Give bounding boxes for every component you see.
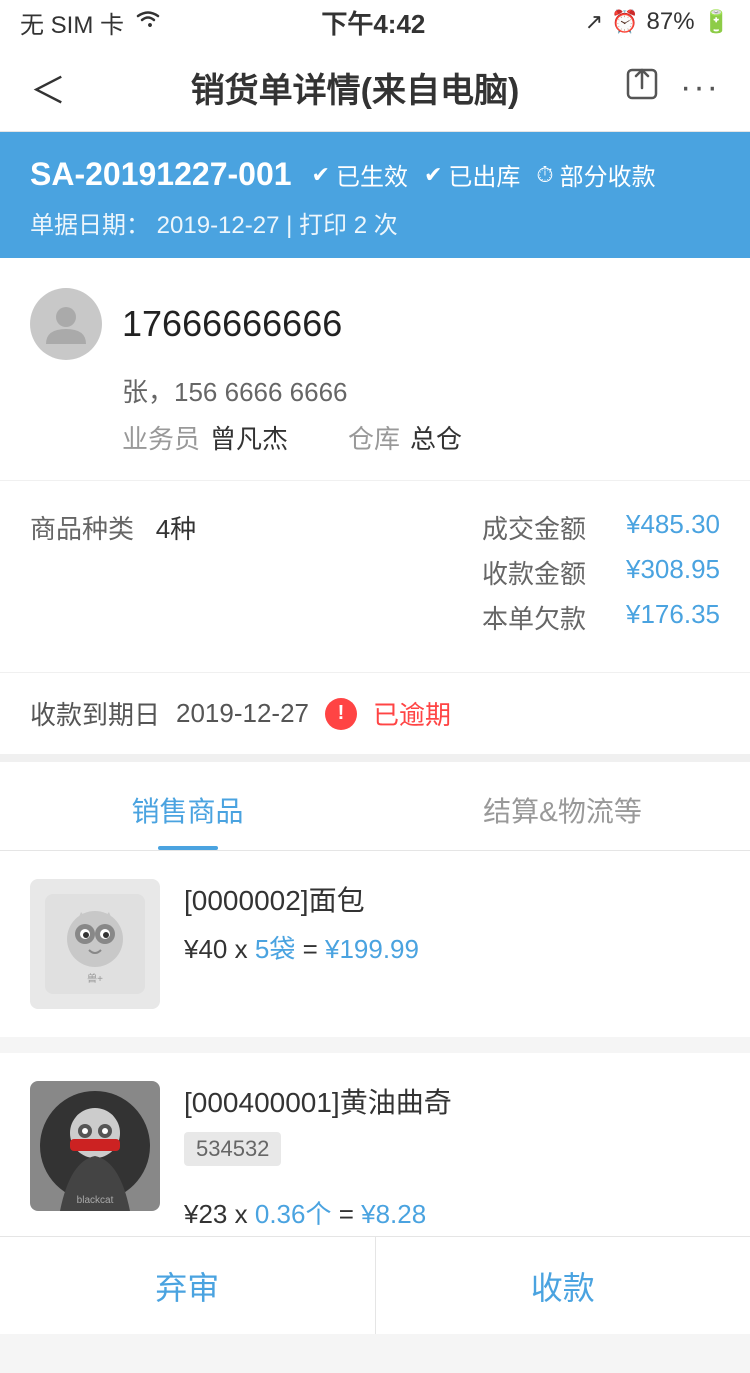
product-price-cookies: ¥23 x 0.36个 = ¥8.28 [184, 1194, 720, 1231]
status-badges: ✔ 已生效 ✔ 已出库 ⏱ 部分收款 [312, 157, 656, 192]
due-date-value: 2019-12-27 [176, 698, 309, 729]
print-label: | 打印 [286, 212, 347, 239]
carrier-text: 无 SIM 卡 [20, 5, 124, 40]
page-title: 销货单详情(来自电脑) [86, 63, 624, 112]
warehouse-value: 总仓 [410, 419, 462, 456]
location-icon: ↗ [585, 9, 603, 35]
print-count: 2 [354, 212, 367, 239]
status-partial-received: ⏱ 部分收款 [536, 157, 655, 192]
status-bar: 无 SIM 卡 下午4:42 ↗ ⏰ 87% 🔋 [0, 0, 750, 44]
status-bar-time: 下午4:42 [321, 4, 425, 41]
due-date-section: 收款到期日 2019-12-27 ! 已逾期 [0, 673, 750, 762]
check-icon-1: ✔ [312, 162, 330, 188]
warehouse-label: 仓库 [348, 419, 400, 456]
check-icon-2: ✔ [424, 162, 442, 188]
clock-icon: ⏱ [536, 162, 553, 188]
customer-detail: 张，156 6666 6666 [122, 372, 720, 409]
bread-qty: 5袋 [255, 934, 295, 964]
order-number: SA-20191227-001 [30, 156, 292, 193]
confirm-button[interactable]: 收款 [376, 1237, 750, 1334]
list-item: blackcat [000400001]黄油曲奇 534532 ¥23 x 0.… [0, 1053, 750, 1259]
nav-right-icons: ··· [624, 66, 720, 110]
banner-row1: SA-20191227-001 ✔ 已生效 ✔ 已出库 ⏱ 部分收款 [30, 156, 720, 193]
product-name-bread: [0000002]面包 [184, 879, 720, 919]
bottom-bar: 弃审 收款 [0, 1236, 750, 1334]
wifi-icon [134, 8, 162, 36]
nav-bar: ＜ 销货单详情(来自电脑) ··· [0, 44, 750, 132]
print-suffix: 次 [374, 212, 398, 239]
owed-label: 本单欠款 [482, 599, 586, 636]
customer-section: 17666666666 张，156 6666 6666 业务员 曾凡杰 仓库 总… [0, 258, 750, 481]
received-row: 收款金额 ¥308.95 [482, 554, 720, 591]
received-value: ¥308.95 [626, 554, 720, 591]
cancel-button[interactable]: 弃审 [0, 1237, 376, 1334]
kind-value: 4种 [156, 514, 196, 544]
date-label: 单据日期： [30, 212, 150, 239]
banner-date-row: 单据日期： 2019-12-27 | 打印 2 次 [30, 205, 720, 240]
svg-text:blackcat: blackcat [77, 1195, 114, 1206]
tab-sales-products[interactable]: 销售商品 [0, 762, 375, 850]
product-info-cookies: [000400001]黄油曲奇 534532 ¥23 x 0.36个 = ¥8.… [184, 1081, 720, 1231]
bread-price: ¥40 [184, 934, 227, 964]
status-effective: ✔ 已生效 [312, 157, 408, 192]
deal-label: 成交金额 [482, 509, 586, 546]
overdue-icon: ! [325, 698, 357, 730]
list-item: 兽+ [0000002]面包 ¥40 x 5袋 = ¥199.99 [0, 851, 750, 1037]
bread-total: ¥199.99 [325, 934, 419, 964]
tab-settlement[interactable]: 结算&物流等 [375, 762, 750, 850]
summary-section: 商品种类 4种 成交金额 ¥485.30 收款金额 ¥308.95 本单欠款 ¥… [0, 481, 750, 673]
overdue-text: 已逾期 [373, 695, 451, 732]
summary-left: 商品种类 4种 [30, 509, 196, 546]
owed-value: ¥176.35 [626, 599, 720, 636]
owed-row: 本单欠款 ¥176.35 [482, 599, 720, 636]
product-info-bread: [0000002]面包 ¥40 x 5袋 = ¥199.99 [184, 879, 720, 1009]
avatar [30, 288, 102, 360]
battery-icon: 🔋 [703, 9, 730, 35]
cookies-price: ¥23 [184, 1199, 227, 1229]
cookies-total: ¥8.28 [361, 1199, 426, 1229]
warehouse-item: 仓库 总仓 [348, 419, 462, 456]
product-name-cookies: [000400001]黄油曲奇 [184, 1081, 720, 1121]
summary-right: 成交金额 ¥485.30 收款金额 ¥308.95 本单欠款 ¥176.35 [482, 509, 720, 644]
deal-row: 成交金额 ¥485.30 [482, 509, 720, 546]
customer-id: 17666666666 [122, 303, 342, 345]
kind-label: 商品种类 [30, 514, 134, 544]
alarm-icon: ⏰ [611, 9, 638, 35]
share-icon[interactable] [624, 66, 660, 110]
salesman-label: 业务员 [122, 419, 200, 456]
customer-row: 17666666666 [30, 288, 720, 360]
product-tag-cookies: 534532 [184, 1132, 281, 1166]
cookies-qty: 0.36个 [255, 1199, 332, 1229]
more-icon[interactable]: ··· [680, 68, 720, 107]
header-banner: SA-20191227-001 ✔ 已生效 ✔ 已出库 ⏱ 部分收款 单据日期：… [0, 132, 750, 258]
status-shipped: ✔ 已出库 [424, 157, 520, 192]
back-button[interactable]: ＜ [30, 52, 86, 124]
battery-text: 87% [647, 8, 695, 36]
product-image-bread: 兽+ [30, 879, 160, 1009]
product-image-cookies: blackcat [30, 1081, 160, 1211]
salesman-value: 曾凡杰 [210, 419, 288, 456]
tabs-section: 销售商品 结算&物流等 [0, 762, 750, 851]
customer-meta: 业务员 曾凡杰 仓库 总仓 [122, 419, 720, 456]
product-price-bread: ¥40 x 5袋 = ¥199.99 [184, 929, 720, 966]
due-date-label: 收款到期日 [30, 695, 160, 732]
date-value: 2019-12-27 [157, 212, 280, 239]
deal-value: ¥485.30 [626, 509, 720, 546]
svg-text:兽+: 兽+ [87, 972, 103, 985]
salesman-item: 业务员 曾凡杰 [122, 419, 288, 456]
status-bar-left: 无 SIM 卡 [20, 5, 162, 40]
received-label: 收款金额 [482, 554, 586, 591]
status-bar-right: ↗ ⏰ 87% 🔋 [585, 8, 730, 36]
